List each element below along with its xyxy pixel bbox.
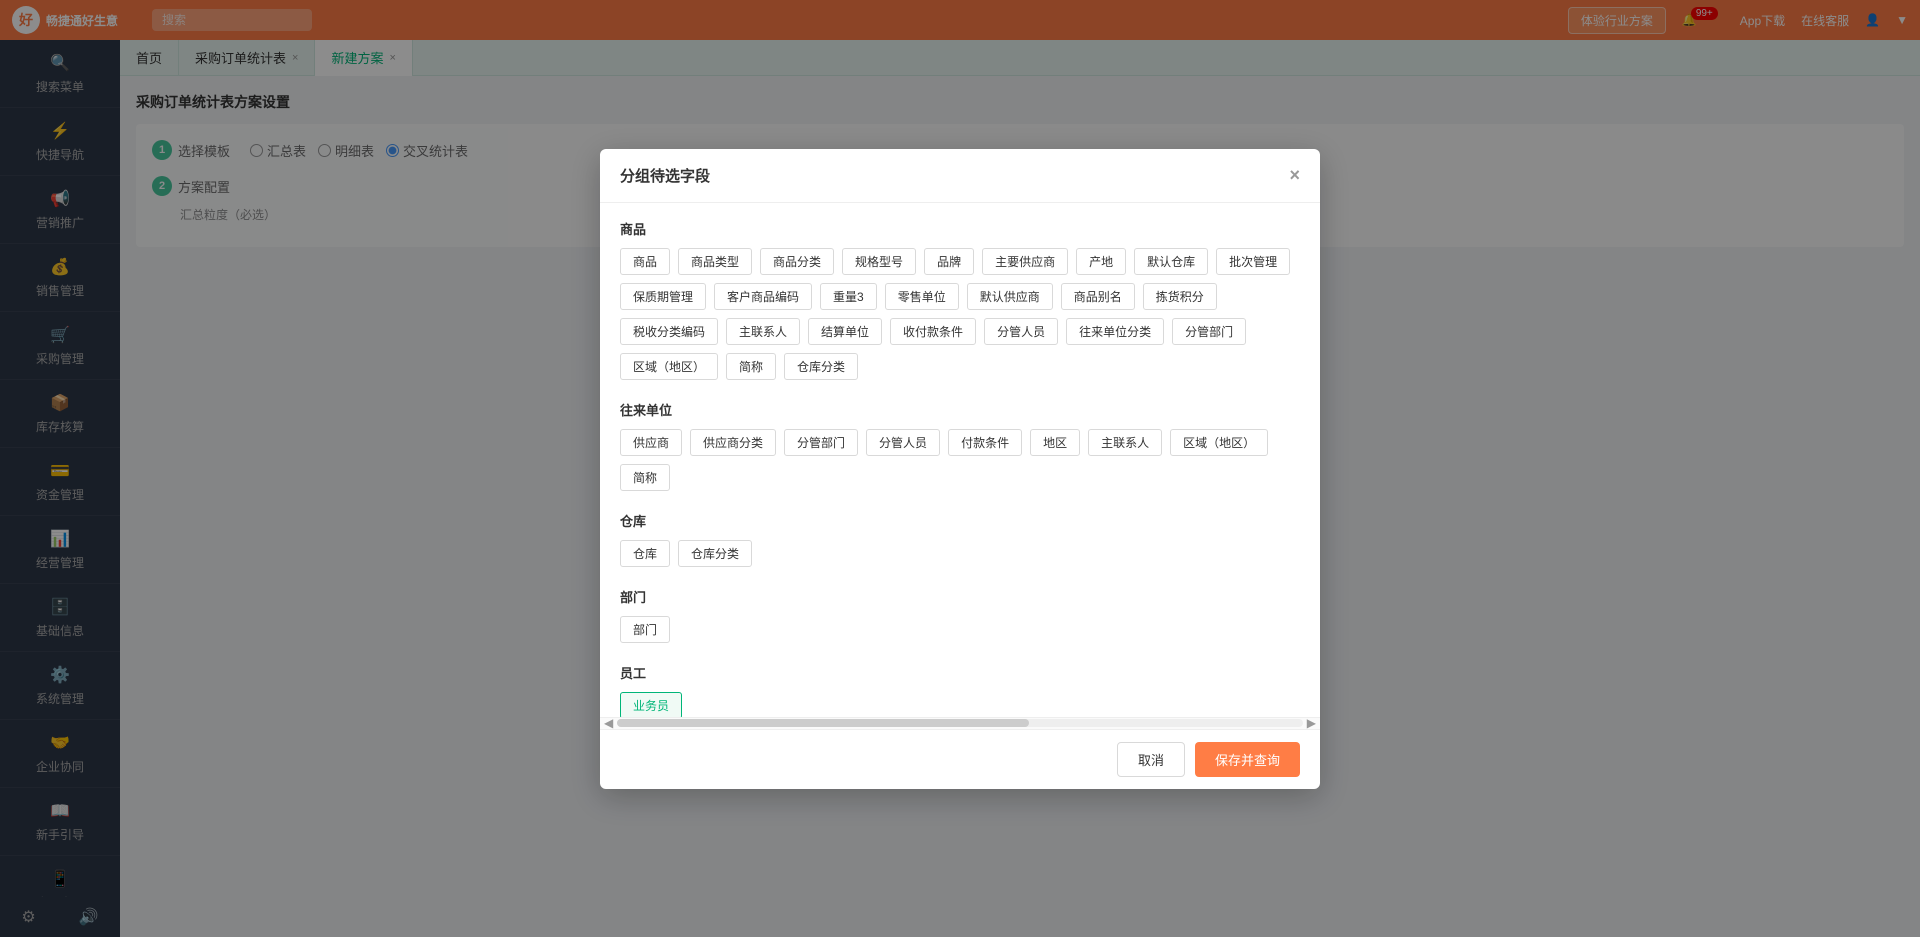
section-warehouse-tags: 仓库 仓库分类: [620, 540, 1300, 567]
field-tag[interactable]: 简称: [726, 353, 776, 380]
field-tag[interactable]: 规格型号: [842, 248, 916, 275]
field-tag[interactable]: 零售单位: [885, 283, 959, 310]
field-tag[interactable]: 付款条件: [948, 429, 1022, 456]
field-tag[interactable]: 供应商: [620, 429, 682, 456]
field-tag[interactable]: 商品分类: [760, 248, 834, 275]
field-tag[interactable]: 产地: [1076, 248, 1126, 275]
modal-title: 分组待选字段: [620, 165, 710, 186]
field-tag[interactable]: 主要供应商: [982, 248, 1068, 275]
field-tag[interactable]: 主联系人: [1088, 429, 1162, 456]
section-employee-title: 员工: [620, 663, 1300, 682]
field-tag[interactable]: 仓库分类: [678, 540, 752, 567]
field-tag[interactable]: 主联系人: [726, 318, 800, 345]
section-product-tags: 商品 商品类型 商品分类 规格型号 品牌 主要供应商 产地 默认仓库 批次管理 …: [620, 248, 1300, 380]
field-tag[interactable]: 分管人员: [984, 318, 1058, 345]
section-warehouse-title: 仓库: [620, 511, 1300, 530]
field-tag[interactable]: 品牌: [924, 248, 974, 275]
field-tag[interactable]: 简称: [620, 464, 670, 491]
field-tag[interactable]: 重量3: [820, 283, 877, 310]
field-tag[interactable]: 保质期管理: [620, 283, 706, 310]
modal-body: 商品 商品 商品类型 商品分类 规格型号 品牌 主要供应商 产地 默认仓库 批次…: [600, 203, 1320, 717]
field-tag[interactable]: 区域（地区）: [620, 353, 718, 380]
section-partner-title: 往来单位: [620, 400, 1300, 419]
modal-footer: 取消 保存并查询: [600, 729, 1320, 789]
field-tag-salesperson[interactable]: 业务员: [620, 692, 682, 717]
field-tag[interactable]: 商品: [620, 248, 670, 275]
field-tag[interactable]: 默认仓库: [1134, 248, 1208, 275]
field-tag[interactable]: 税收分类编码: [620, 318, 718, 345]
field-tag[interactable]: 地区: [1030, 429, 1080, 456]
section-department-title: 部门: [620, 587, 1300, 606]
field-tag[interactable]: 收付款条件: [890, 318, 976, 345]
section-product: 商品 商品 商品类型 商品分类 规格型号 品牌 主要供应商 产地 默认仓库 批次…: [620, 219, 1300, 380]
field-tag[interactable]: 供应商分类: [690, 429, 776, 456]
section-partner: 往来单位 供应商 供应商分类 分管部门 分管人员 付款条件 地区 主联系人 区域…: [620, 400, 1300, 491]
section-employee-tags: 业务员: [620, 692, 1300, 717]
field-tag[interactable]: 拣货积分: [1143, 283, 1217, 310]
field-tag[interactable]: 商品类型: [678, 248, 752, 275]
scroll-track[interactable]: [617, 719, 1303, 727]
modal-overlay: 分组待选字段 × 商品 商品 商品类型 商品分类 规格型号 品牌 主要供应商 产…: [0, 0, 1920, 937]
modal-header: 分组待选字段 ×: [600, 149, 1320, 203]
section-department: 部门 部门: [620, 587, 1300, 643]
field-tag[interactable]: 结算单位: [808, 318, 882, 345]
field-tag[interactable]: 仓库: [620, 540, 670, 567]
scroll-thumb: [617, 719, 1028, 727]
field-tag[interactable]: 仓库分类: [784, 353, 858, 380]
field-tag[interactable]: 商品别名: [1061, 283, 1135, 310]
section-product-title: 商品: [620, 219, 1300, 238]
field-tag[interactable]: 往来单位分类: [1066, 318, 1164, 345]
field-tag[interactable]: 部门: [620, 616, 670, 643]
confirm-button[interactable]: 保存并查询: [1195, 742, 1300, 777]
modal-close-button[interactable]: ×: [1289, 165, 1300, 186]
section-partner-tags: 供应商 供应商分类 分管部门 分管人员 付款条件 地区 主联系人 区域（地区） …: [620, 429, 1300, 491]
section-department-tags: 部门: [620, 616, 1300, 643]
field-tag[interactable]: 默认供应商: [967, 283, 1053, 310]
field-tag[interactable]: 分管部门: [784, 429, 858, 456]
field-tag[interactable]: 区域（地区）: [1170, 429, 1268, 456]
cancel-button[interactable]: 取消: [1117, 742, 1185, 777]
field-tag[interactable]: 批次管理: [1216, 248, 1290, 275]
field-tag[interactable]: 客户商品编码: [714, 283, 812, 310]
section-employee: 员工 业务员: [620, 663, 1300, 717]
field-tag[interactable]: 分管人员: [866, 429, 940, 456]
modal-bottom-scrollbar[interactable]: ◀ ▶: [600, 717, 1320, 729]
modal-dialog: 分组待选字段 × 商品 商品 商品类型 商品分类 规格型号 品牌 主要供应商 产…: [600, 149, 1320, 789]
section-warehouse: 仓库 仓库 仓库分类: [620, 511, 1300, 567]
field-tag[interactable]: 分管部门: [1172, 318, 1246, 345]
